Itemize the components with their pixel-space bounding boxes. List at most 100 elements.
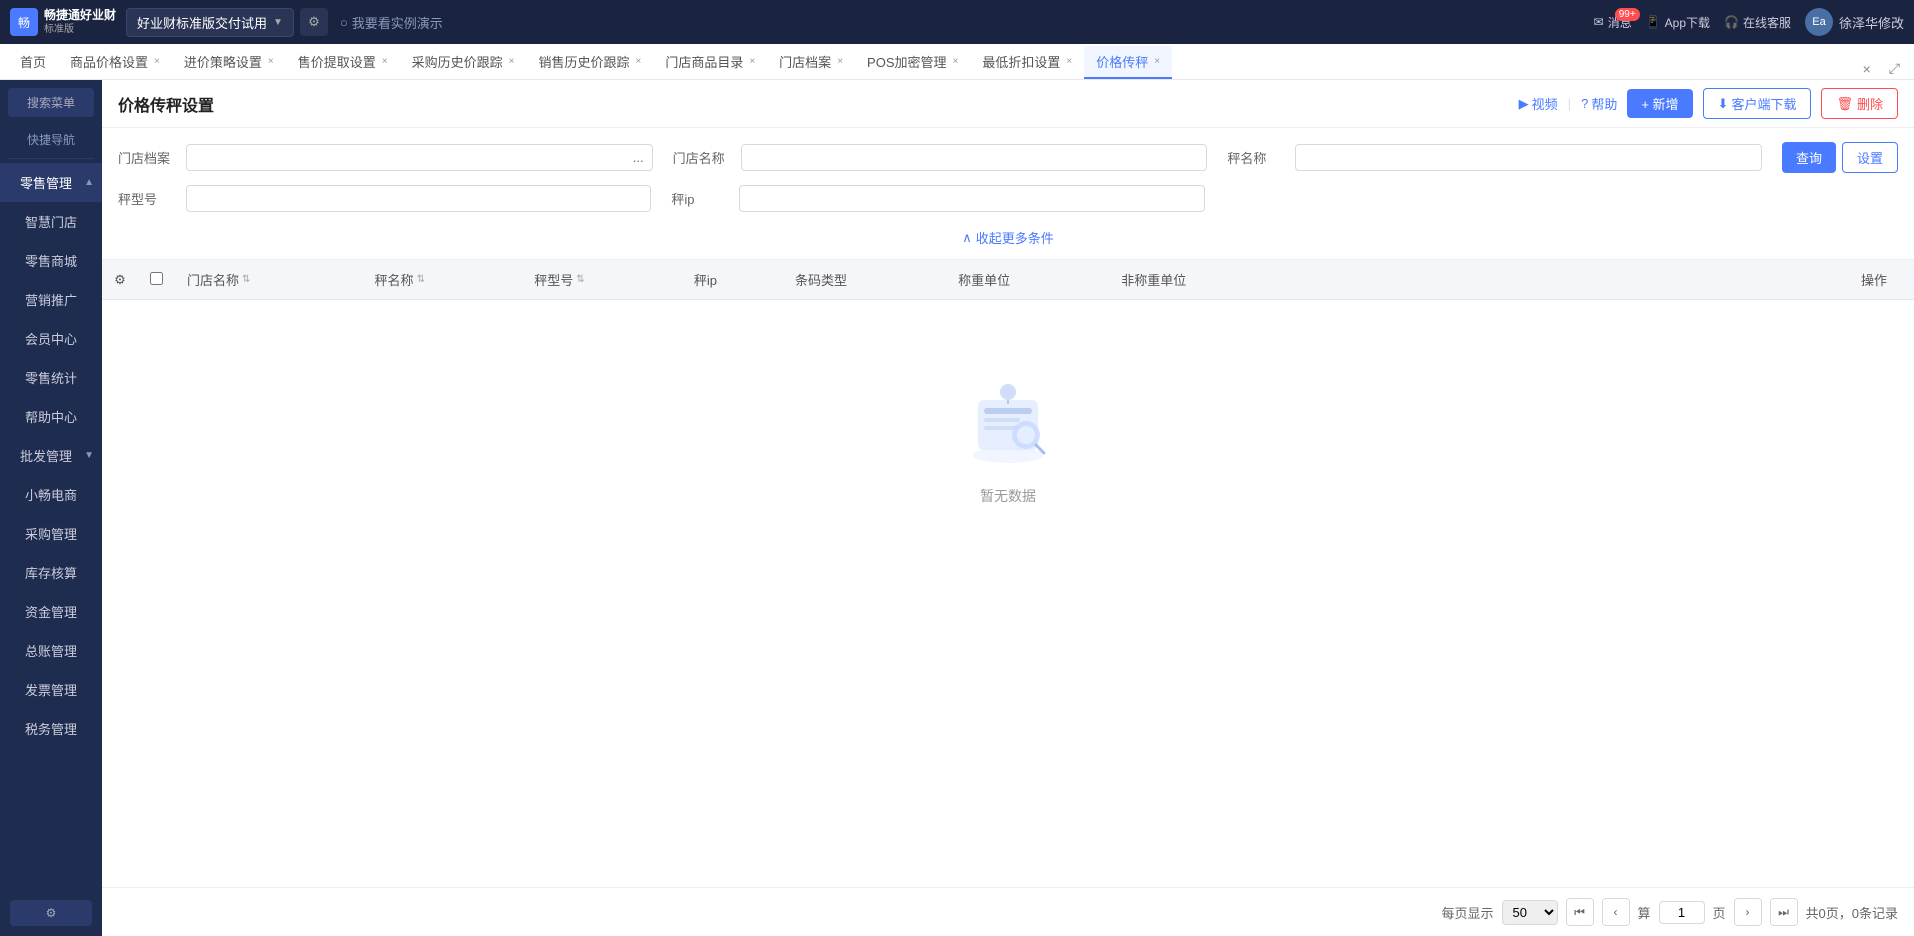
app-download-button[interactable]: 📱 App下载 [1646,14,1710,31]
delete-icon: 🗑 [1836,96,1853,112]
sort-scale-name[interactable]: 秤名称 ⇅ [375,270,511,289]
page-word-label: 算 [1638,903,1651,922]
tab-bar: 首页 商品价格设置 × 进价策略设置 × 售价提取设置 × 采购历史价跟踪 × … [0,44,1914,80]
sidebar-item-ecommerce[interactable]: 小畅电商 [0,475,102,514]
tab-store-file[interactable]: 门店档案 × [767,46,855,79]
total-text: 共0页，0条记录 [1806,903,1898,922]
user-area[interactable]: Ea 徐泽华修改 [1805,8,1904,36]
tab-store-catalog[interactable]: 门店商品目录 × [653,46,767,79]
top-right-area: ✉ 消息 99+ 📱 App下载 🎧 在线客服 Ea 徐泽华修改 [1594,8,1904,36]
video-icon: ▶ [1519,96,1529,112]
page-number-input[interactable] [1659,901,1705,924]
last-page-button[interactable]: ⏭ [1770,898,1798,926]
sidebar-item-retail-mgmt[interactable]: 零售管理 ▲ [0,163,102,202]
table-checkbox-col[interactable] [138,260,175,300]
tab-price-strategy[interactable]: 进价策略设置 × [172,46,286,79]
system-selector[interactable]: 好业财标准版交付试用 ▼ [126,8,294,37]
main-layout: 搜索菜单 快捷导航 零售管理 ▲ 智慧门店 零售商城 营销推广 会员中心 零售统… [0,80,1914,936]
sort-store-name[interactable]: 门店名称 ⇅ [187,270,351,289]
app-icon: 📱 [1646,15,1661,29]
th-store-name: 门店名称 ⇅ [175,260,363,300]
tab-pos-manage[interactable]: POS加密管理 × [855,46,970,79]
tab-home[interactable]: 首页 [8,46,58,79]
message-button[interactable]: ✉ 消息 99+ [1594,14,1632,31]
tab-expand-button[interactable]: ⤢ [1883,58,1906,79]
sidebar-item-wholesale-mgmt[interactable]: 批发管理 ▼ [0,436,102,475]
set-button[interactable]: 设置 [1842,142,1898,173]
th-weight-unit: 称重单位 [946,260,1109,300]
system-settings-button[interactable]: ⚙ [300,8,328,36]
scale-name-input[interactable] [1295,144,1762,171]
close-icon[interactable]: × [837,56,843,67]
tab-price-transfer[interactable]: 价格传秤 × [1084,46,1172,79]
sort-icon: ⇅ [576,274,584,285]
next-page-button[interactable]: › [1734,898,1762,926]
sidebar-item-inventory[interactable]: 库存核算 [0,553,102,592]
sidebar-item-finance[interactable]: 资金管理 [0,592,102,631]
search-menu-button[interactable]: 搜索菜单 [8,88,94,117]
filter-scale-name: 秤名称 [1227,144,1762,171]
close-icon[interactable]: × [1154,56,1160,67]
tab-product-price[interactable]: 商品价格设置 × [58,46,172,79]
tab-sale-track[interactable]: 销售历史价跟踪 × [526,46,653,79]
close-icon[interactable]: × [382,56,388,67]
close-icon[interactable]: × [154,56,160,67]
tab-close-all-button[interactable]: × [1857,59,1877,79]
add-button[interactable]: + 新增 [1627,89,1692,118]
sort-scale-model[interactable]: 秤型号 ⇅ [534,270,670,289]
close-icon[interactable]: × [749,56,755,67]
sidebar-divider [8,158,94,159]
delete-button[interactable]: 🗑 删除 [1821,88,1898,119]
sidebar-item-retail-mall[interactable]: 零售商城 [0,241,102,280]
first-page-button[interactable]: ⏮ [1566,898,1594,926]
sidebar-item-general-ledger[interactable]: 总账管理 [0,631,102,670]
username-label: 徐泽华修改 [1839,13,1904,32]
store-file-ellipsis[interactable]: ... [633,150,644,165]
tab-sale-price[interactable]: 售价提取设置 × [286,46,400,79]
sidebar-item-retail-stats[interactable]: 零售统计 [0,358,102,397]
scale-model-input[interactable] [186,185,651,212]
select-all-checkbox[interactable] [150,272,163,285]
sidebar-item-purchase-mgmt[interactable]: 采购管理 [0,514,102,553]
store-name-label: 门店名称 [673,148,733,167]
tab-purchase-track[interactable]: 采购历史价跟踪 × [400,46,527,79]
sidebar-item-invoice[interactable]: 发票管理 [0,670,102,709]
collapse-button[interactable]: ∧ 收起更多条件 [118,224,1898,251]
online-service-button[interactable]: 🎧 在线客服 [1724,14,1791,31]
filter-scale-model: 秤型号 [118,185,651,212]
th-scale-name: 秤名称 ⇅ [363,260,523,300]
close-icon[interactable]: × [509,56,515,67]
tab-min-discount[interactable]: 最低折扣设置 × [970,46,1084,79]
table-settings-col[interactable]: ⚙ [102,260,138,300]
close-icon[interactable]: × [953,56,959,67]
sidebar-item-member[interactable]: 会员中心 [0,319,102,358]
close-icon[interactable]: × [1066,56,1072,67]
scale-ip-input[interactable] [739,185,1204,212]
sidebar-item-smart-store[interactable]: 智慧门店 [0,202,102,241]
scale-model-label: 秤型号 [118,189,178,208]
filter-row-2: 秤型号 秤ip [118,185,1898,212]
page-title: 价格传秤设置 [118,92,214,116]
empty-text: 暂无数据 [980,486,1036,506]
th-barcode-type: 条码类型 [783,260,946,300]
sidebar-item-marketing[interactable]: 营销推广 [0,280,102,319]
prev-page-button[interactable]: ‹ [1602,898,1630,926]
sidebar: 搜索菜单 快捷导航 零售管理 ▲ 智慧门店 零售商城 营销推广 会员中心 零售统… [0,80,102,936]
quick-nav-button[interactable]: 快捷导航 [0,125,102,154]
sidebar-item-help-center[interactable]: 帮助中心 [0,397,102,436]
sidebar-settings-button[interactable]: ⚙ [10,900,92,926]
top-bar: 畅 畅捷通好业财 标准版 好业财标准版交付试用 ▼ ⚙ ○ 我要看实例演示 ✉ … [0,0,1914,44]
content-header: 价格传秤设置 ▶ 视频 | ? 帮助 + 新增 ⬇ 客户端下载 [102,80,1914,128]
per-page-select[interactable]: 50 10 20 100 [1502,900,1558,925]
demo-button[interactable]: ○ 我要看实例演示 [340,13,443,32]
store-file-select[interactable]: ... [186,144,653,171]
store-name-input[interactable] [741,144,1208,171]
help-link[interactable]: ? 帮助 [1581,94,1617,113]
scale-ip-label: 秤ip [671,189,731,208]
close-icon[interactable]: × [268,56,274,67]
video-link[interactable]: ▶ 视频 [1519,94,1558,113]
sidebar-item-tax-mgmt[interactable]: 税务管理 [0,709,102,748]
query-button[interactable]: 查询 [1782,142,1836,173]
close-icon[interactable]: × [635,56,641,67]
download-client-button[interactable]: ⬇ 客户端下载 [1703,88,1812,119]
